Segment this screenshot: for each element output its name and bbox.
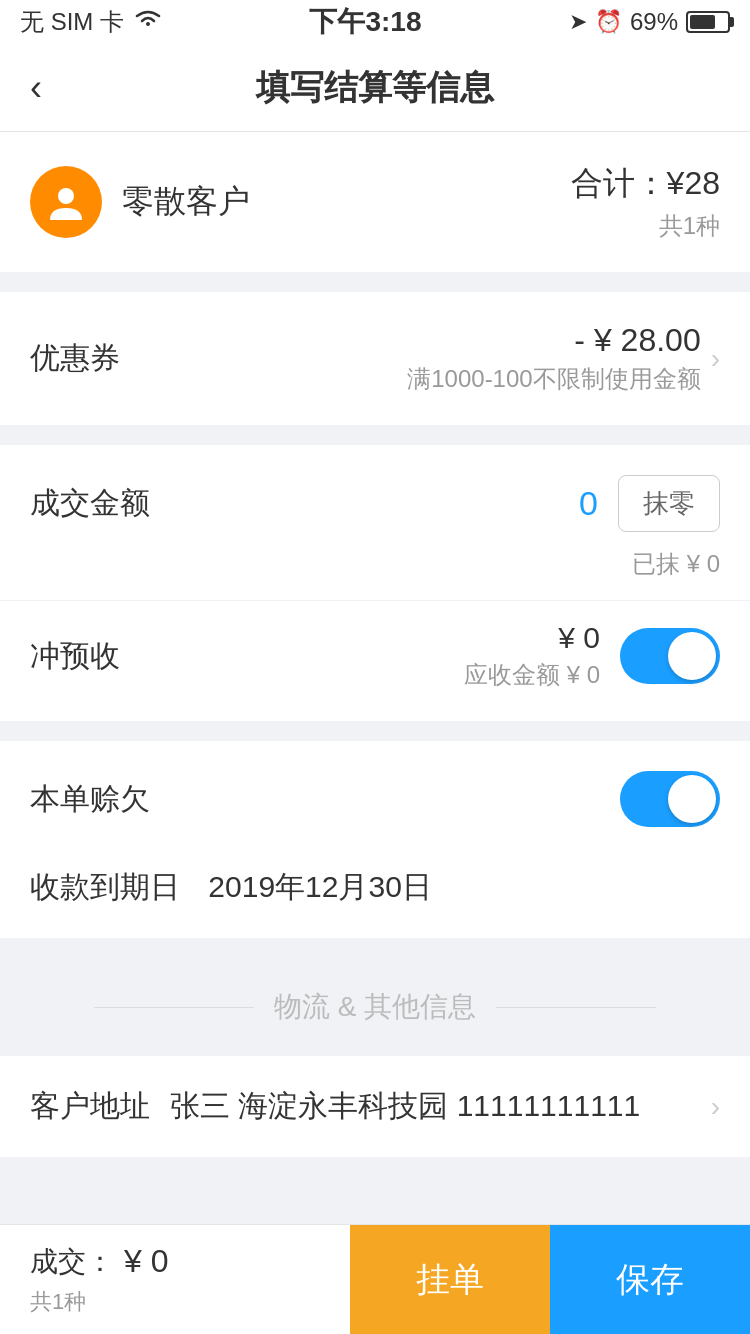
round-button[interactable]: 抹零	[618, 475, 720, 532]
status-right: ➤ ⏰ 69%	[569, 8, 730, 36]
battery-percentage: 69%	[630, 8, 678, 36]
bottom-deal-amount: ¥ 0	[124, 1243, 168, 1280]
bottom-bar: 成交： ¥ 0 共1种 挂单 保存	[0, 1224, 750, 1334]
customer-summary: 合计：¥28 共1种	[571, 162, 720, 242]
total-amount: 合计：¥28	[571, 162, 720, 206]
toggle-knob	[668, 632, 716, 680]
bottom-deal-row: 成交： ¥ 0	[30, 1243, 320, 1281]
credit-row: 本单赊欠	[30, 771, 720, 827]
deal-value: 0	[579, 484, 598, 523]
location-icon: ➤	[569, 9, 587, 35]
deal-row: 成交金额 0 抹零	[30, 475, 720, 532]
deal-right: 0 抹零	[579, 475, 720, 532]
due-date-value: 2019年12月30日	[208, 870, 431, 903]
customer-name: 零散客户	[122, 180, 250, 224]
prereceive-toggle[interactable]	[620, 628, 720, 684]
prereceive-right: ¥ 0 应收金额 ¥ 0	[464, 621, 720, 691]
content: 零散客户 合计：¥28 共1种 优惠券 - ¥ 28.00 满1000-100不…	[0, 132, 750, 1297]
address-value: 张三 海淀永丰科技园 11111111111	[170, 1086, 701, 1127]
back-button[interactable]: ‹	[30, 67, 42, 109]
customer-avatar	[30, 166, 102, 238]
coupon-discount: - ¥ 28.00	[407, 322, 700, 359]
deal-sub-text: 已抹 ¥ 0	[30, 548, 720, 580]
page-title: 填写结算等信息	[256, 65, 494, 111]
deal-section: 成交金额 0 抹零 已抹 ¥ 0 冲预收 ¥ 0 应收金额 ¥ 0	[0, 445, 750, 721]
coupon-description: 满1000-100不限制使用金额	[407, 363, 700, 395]
address-label: 客户地址	[30, 1086, 150, 1127]
prereceive-amounts: ¥ 0 应收金额 ¥ 0	[464, 621, 600, 691]
address-section[interactable]: 客户地址 张三 海淀永丰科技园 11111111111 ›	[0, 1056, 750, 1157]
credit-toggle-knob	[668, 775, 716, 823]
divider	[0, 600, 750, 601]
deal-label: 成交金额	[30, 483, 150, 524]
carrier-text: 无 SIM 卡	[20, 6, 124, 38]
credit-label: 本单赊欠	[30, 779, 150, 820]
coupon-info: - ¥ 28.00 满1000-100不限制使用金额	[407, 322, 700, 395]
wifi-icon	[134, 8, 162, 36]
bottom-count: 共1种	[30, 1287, 320, 1317]
status-left: 无 SIM 卡	[20, 6, 162, 38]
bottom-deal-label: 成交：	[30, 1243, 114, 1281]
coupon-label: 优惠券	[30, 338, 120, 379]
prereceive-amount: ¥ 0	[464, 621, 600, 655]
address-chevron-icon: ›	[711, 1091, 720, 1123]
credit-toggle[interactable]	[620, 771, 720, 827]
prereceive-label: 冲预收	[30, 636, 120, 677]
prereceive-row: 冲预收 ¥ 0 应收金额 ¥ 0	[30, 621, 720, 691]
status-time: 下午3:18	[309, 3, 421, 41]
hold-button[interactable]: 挂单	[350, 1225, 550, 1335]
customer-left: 零散客户	[30, 166, 250, 238]
customer-section: 零散客户 合计：¥28 共1种	[0, 132, 750, 272]
coupon-section[interactable]: 优惠券 - ¥ 28.00 满1000-100不限制使用金额 ›	[0, 292, 750, 425]
total-count: 共1种	[571, 210, 720, 242]
due-date-row: 收款到期日 2019年12月30日	[30, 867, 720, 908]
bottom-summary: 成交： ¥ 0 共1种	[0, 1243, 350, 1317]
prereceive-receivable: 应收金额 ¥ 0	[464, 659, 600, 691]
logistics-title: 物流 & 其他信息	[30, 988, 720, 1026]
credit-section: 本单赊欠 收款到期日 2019年12月30日	[0, 741, 750, 938]
battery-icon	[686, 11, 730, 33]
chevron-right-icon: ›	[711, 343, 720, 375]
status-bar: 无 SIM 卡 下午3:18 ➤ ⏰ 69%	[0, 0, 750, 44]
svg-point-0	[58, 188, 74, 204]
save-button[interactable]: 保存	[550, 1225, 750, 1335]
logistics-divider: 物流 & 其他信息	[0, 958, 750, 1056]
due-date-label: 收款到期日	[30, 870, 180, 903]
nav-bar: ‹ 填写结算等信息	[0, 44, 750, 132]
alarm-icon: ⏰	[595, 9, 622, 35]
